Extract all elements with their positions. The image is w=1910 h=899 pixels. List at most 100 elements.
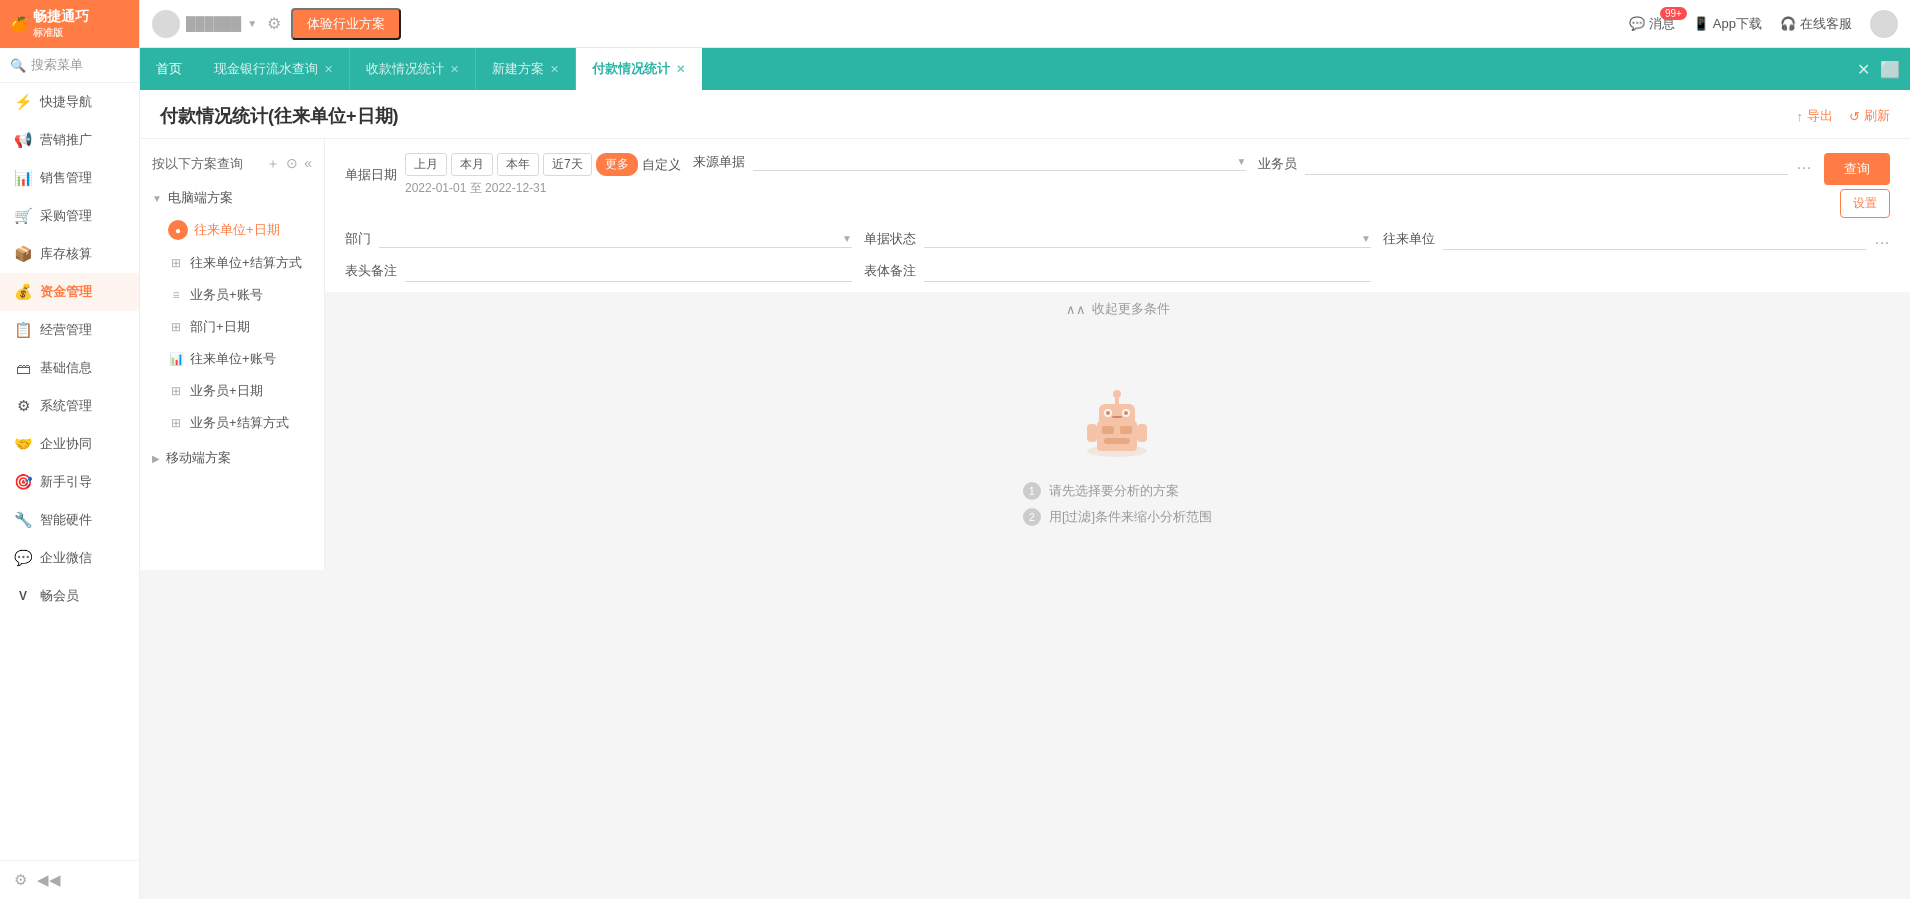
- last-7-days-btn[interactable]: 近7天: [543, 153, 592, 176]
- footer-collapse-icon[interactable]: ◀◀: [37, 871, 61, 889]
- svg-point-8: [1106, 411, 1110, 415]
- dept-select[interactable]: ▼: [379, 230, 852, 248]
- scheme-panel-actions: ＋ ⊙ «: [266, 155, 312, 173]
- scheme-item-dept-date[interactable]: ⊞ 部门+日期: [140, 311, 324, 343]
- scheme-item-unit-date[interactable]: ● 往来单位+日期: [140, 213, 324, 247]
- sidebar-item-enterprise[interactable]: 🤝 企业协同: [0, 425, 139, 463]
- basicinfo-icon: 🗃: [14, 360, 32, 377]
- svg-rect-4: [1104, 438, 1130, 444]
- tab-close-payments[interactable]: ✕: [676, 63, 685, 76]
- staff-dots-icon[interactable]: …: [1796, 155, 1812, 173]
- query-button[interactable]: 查询: [1824, 153, 1890, 185]
- topbar-user: ██████ ▼: [152, 10, 257, 38]
- scheme-item-staff-settle[interactable]: ⊞ 业务员+结算方式: [140, 407, 324, 439]
- page-header: 付款情况统计(往来单位+日期) ↑ 导出 ↺ 刷新: [140, 90, 1910, 139]
- svg-rect-3: [1120, 426, 1132, 434]
- sidebar-item-basicinfo[interactable]: 🗃 基础信息: [0, 349, 139, 387]
- sidebar-item-guide[interactable]: 🎯 新手引导: [0, 463, 139, 501]
- more-date-btn[interactable]: 更多: [596, 153, 638, 176]
- voucher-select[interactable]: ▼: [924, 230, 1371, 248]
- footer-settings-icon[interactable]: ⚙: [14, 871, 27, 889]
- sidebar-search[interactable]: 🔍 搜索菜单: [0, 48, 139, 83]
- online-service-button[interactable]: 🎧 在线客服: [1780, 15, 1852, 33]
- empty-illustration: [1067, 366, 1167, 466]
- window-close-icon[interactable]: ✕: [1857, 60, 1870, 79]
- active-scheme-icon: ●: [168, 220, 188, 240]
- member-icon: V: [14, 589, 32, 603]
- empty-tip-2: 2 用[过滤]条件来缩小分析范围: [1023, 504, 1212, 530]
- sidebar-item-marketing[interactable]: 📢 营销推广: [0, 121, 139, 159]
- export-button[interactable]: ↑ 导出: [1797, 107, 1834, 125]
- user-name: ██████: [186, 16, 241, 31]
- tab-payments[interactable]: 付款情况统计 ✕: [576, 48, 702, 90]
- tab-receipts[interactable]: 收款情况统计 ✕: [350, 48, 476, 90]
- topbar: ██████ ▼ ⚙ 体验行业方案 💬 消息 99+ 📱 App下载 🎧 在线客…: [140, 0, 1910, 48]
- messages-button[interactable]: 💬 消息 99+: [1629, 15, 1675, 33]
- message-badge: 99+: [1660, 7, 1687, 20]
- scheme-chart-icon: 📊: [168, 352, 184, 366]
- topbar-gear-icon[interactable]: ⚙: [267, 14, 281, 33]
- collapse-up-icon: ∧∧: [1066, 302, 1086, 317]
- last-month-btn[interactable]: 上月: [405, 153, 447, 176]
- partner-input[interactable]: [1443, 228, 1866, 250]
- scheme-item-staff-account[interactable]: ≡ 业务员+账号: [140, 279, 324, 311]
- source-arrow-icon: ▼: [1236, 156, 1246, 167]
- tab-close-receipts[interactable]: ✕: [450, 63, 459, 76]
- staff-input[interactable]: [1305, 153, 1788, 175]
- body-note-input[interactable]: [924, 260, 1371, 282]
- scheme-group-mobile-title[interactable]: ▶ 移动端方案: [140, 443, 324, 473]
- logo-icon: 🍊: [10, 16, 27, 32]
- settings-button[interactable]: 设置: [1840, 189, 1890, 218]
- sidebar-item-member[interactable]: V 畅会员: [0, 577, 139, 615]
- tab-close-cash-flow[interactable]: ✕: [324, 63, 333, 76]
- sidebar-nav: ⚡ 快捷导航 📢 营销推广 📊 销售管理 🛒 采购管理 📦 库存核算 💰 资金管…: [0, 83, 139, 860]
- wechat-icon: 💬: [14, 549, 32, 567]
- trial-button[interactable]: 体验行业方案: [291, 8, 401, 40]
- tab-home[interactable]: 首页: [140, 48, 198, 90]
- sidebar-item-purchase[interactable]: 🛒 采购管理: [0, 197, 139, 235]
- header-note-input[interactable]: [405, 260, 852, 282]
- scheme-panel: 按以下方案查询 ＋ ⊙ « ▼ 电脑端方案 ● 往来单位+日期: [140, 139, 325, 570]
- inventory-icon: 📦: [14, 245, 32, 263]
- sidebar-item-wechat[interactable]: 💬 企业微信: [0, 539, 139, 577]
- scheme-group-desktop-title[interactable]: ▼ 电脑端方案: [140, 183, 324, 213]
- sidebar-item-hardware[interactable]: 🔧 智能硬件: [0, 501, 139, 539]
- staff-label: 业务员: [1258, 155, 1297, 173]
- scheme-item-staff-date[interactable]: ⊞ 业务员+日期: [140, 375, 324, 407]
- group-arrow-icon: ▼: [152, 193, 162, 204]
- svg-rect-2: [1102, 426, 1114, 434]
- sidebar-item-operation[interactable]: 📋 经营管理: [0, 311, 139, 349]
- custom-date-btn[interactable]: 自定义: [642, 156, 681, 174]
- sidebar-item-system[interactable]: ⚙ 系统管理: [0, 387, 139, 425]
- sidebar-item-inventory[interactable]: 📦 库存核算: [0, 235, 139, 273]
- sidebar-item-sales[interactable]: 📊 销售管理: [0, 159, 139, 197]
- tab-new-scheme[interactable]: 新建方案 ✕: [476, 48, 576, 90]
- source-select[interactable]: ▼: [753, 153, 1247, 171]
- window-max-icon[interactable]: ⬜: [1880, 60, 1900, 79]
- data-area: 1 请先选择要分析的方案 2 用[过滤]条件来缩小分析范围: [325, 326, 1910, 570]
- shortcut-icon: ⚡: [14, 93, 32, 111]
- page-content: 按以下方案查询 ＋ ⊙ « ▼ 电脑端方案 ● 往来单位+日期: [140, 139, 1910, 570]
- sidebar-item-capital[interactable]: 💰 资金管理: [0, 273, 139, 311]
- message-icon: 💬: [1629, 16, 1645, 31]
- refresh-button[interactable]: ↺ 刷新: [1849, 107, 1890, 125]
- this-year-btn[interactable]: 本年: [497, 153, 539, 176]
- filter-header-note-col: 表头备注: [345, 260, 852, 282]
- scheme-settings-button[interactable]: ⊙: [286, 155, 298, 173]
- collapse-filter-button[interactable]: ∧∧ 收起更多条件: [325, 292, 1910, 326]
- app-download-button[interactable]: 📱 App下载: [1693, 15, 1762, 33]
- tab-close-new-scheme[interactable]: ✕: [550, 63, 559, 76]
- scheme-item-unit-account[interactable]: 📊 往来单位+账号: [140, 343, 324, 375]
- partner-dots-icon[interactable]: …: [1874, 230, 1890, 248]
- this-month-btn[interactable]: 本月: [451, 153, 493, 176]
- filter-dept-col: 部门 ▼: [345, 230, 852, 248]
- filter-body-note-col: 表体备注: [864, 260, 1371, 282]
- scheme-item-unit-settle[interactable]: ⊞ 往来单位+结算方式: [140, 247, 324, 279]
- voucher-label: 单据状态: [864, 230, 916, 248]
- partner-label: 往来单位: [1383, 230, 1435, 248]
- sidebar-item-shortcut[interactable]: ⚡ 快捷导航: [0, 83, 139, 121]
- scheme-collapse-button[interactable]: «: [304, 155, 312, 173]
- tab-cash-flow[interactable]: 现金银行流水查询 ✕: [198, 48, 350, 90]
- scheme-add-button[interactable]: ＋: [266, 155, 280, 173]
- svg-point-9: [1124, 411, 1128, 415]
